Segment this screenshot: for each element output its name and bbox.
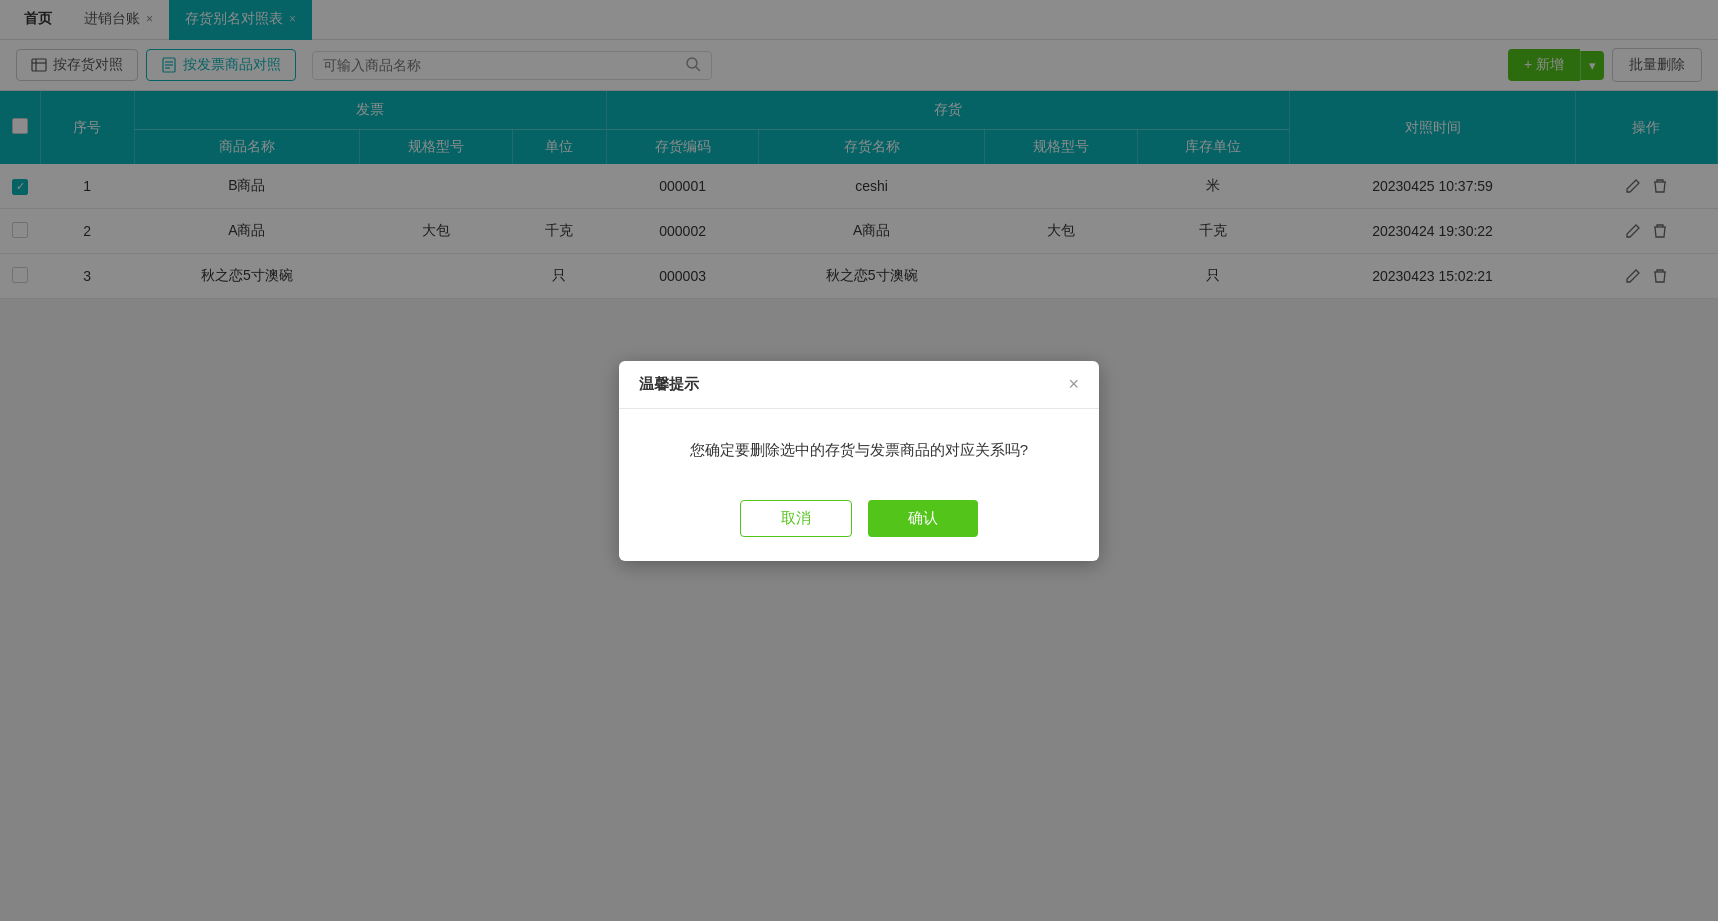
- modal-overlay: 温馨提示 × 您确定要删除选中的存货与发票商品的对应关系吗? 取消 确认: [0, 0, 1718, 299]
